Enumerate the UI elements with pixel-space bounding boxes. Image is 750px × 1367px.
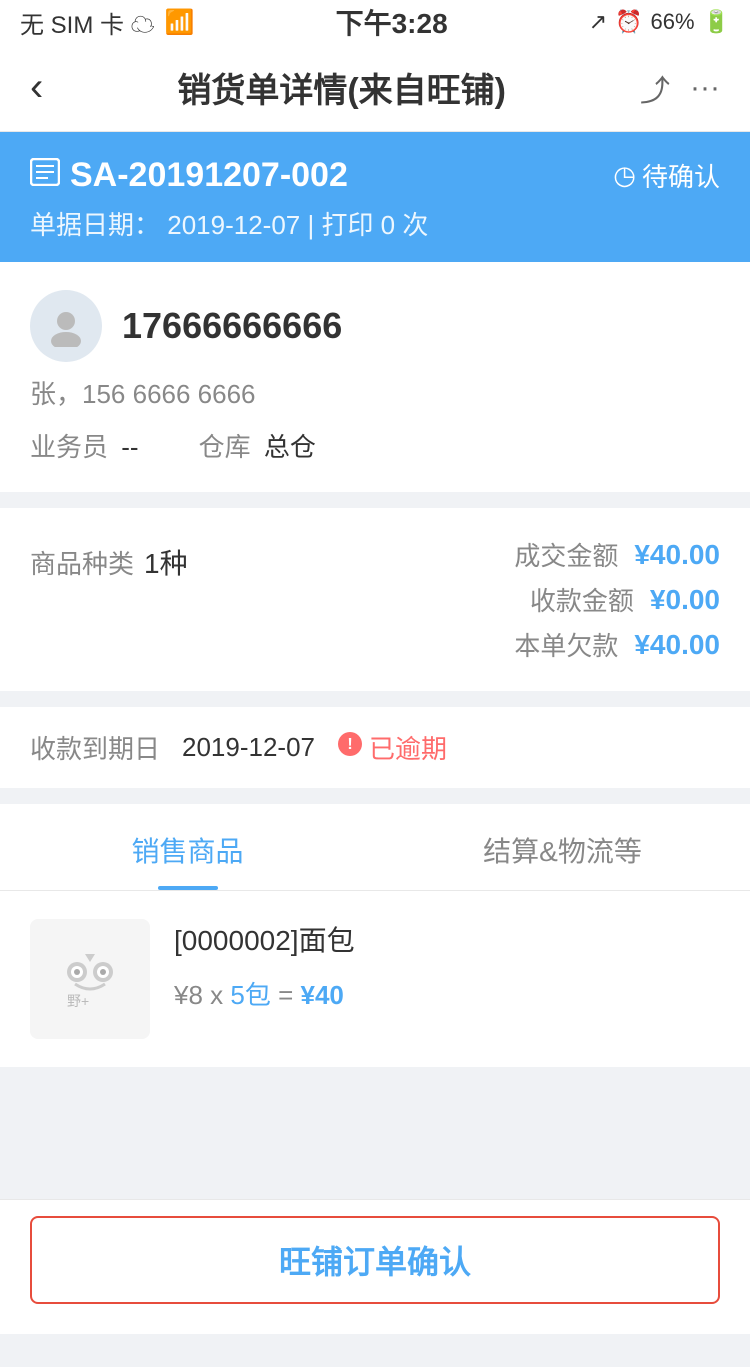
battery-text: 66% — [651, 9, 695, 35]
order-status-badge: ◷ 待确认 — [613, 157, 720, 194]
tab-products[interactable]: 销售商品 — [0, 804, 375, 890]
product-total: ¥40 — [300, 980, 343, 1010]
order-id-icon — [30, 156, 60, 195]
status-left: 无 SIM 卡 ☁ 📶 — [20, 5, 195, 40]
salesperson-label: 业务员 — [30, 432, 108, 462]
salesperson-field: 业务员 -- — [30, 427, 139, 464]
product-section: 野+ [0000002]面包 ¥8 x 5包 = ¥40 — [0, 891, 750, 1067]
order-id: SA-20191207-002 — [30, 156, 348, 195]
nav-bar: ‹ 销货单详情(来自旺铺) ⤴ ··· — [0, 44, 750, 132]
customer-phone: 17666666666 — [122, 305, 342, 347]
due-date-value: 2019-12-07 — [182, 732, 315, 763]
alarm-icon: ⏰ — [615, 9, 642, 35]
date-label: 单据日期： — [30, 210, 160, 240]
salesperson-value: -- — [121, 432, 138, 462]
deal-amount-row: 成交金额 ¥40.00 — [514, 536, 720, 573]
received-amount-row: 收款金额 ¥0.00 — [530, 581, 720, 618]
owed-amount-row: 本单欠款 ¥40.00 — [514, 626, 720, 663]
order-id-text: SA-20191207-002 — [70, 156, 348, 195]
product-price: ¥8 x 5包 = ¥40 — [174, 975, 720, 1012]
product-type-field: 商品种类 1种 — [30, 536, 188, 582]
svg-text:!: ! — [347, 736, 352, 753]
no-sim-text: 无 SIM 卡 ☁ — [20, 5, 155, 40]
battery-icon: 🔋 — [703, 9, 730, 35]
order-date: 单据日期： 2019-12-07 | 打印 0 次 — [30, 205, 720, 242]
wifi-icon: 📶 — [165, 8, 195, 37]
product-thumbnail: 野+ — [30, 919, 150, 1039]
product-type-label: 商品种类 — [30, 544, 134, 581]
tab-settlement[interactable]: 结算&物流等 — [375, 804, 750, 890]
confirm-order-button[interactable]: 旺铺订单确认 — [30, 1216, 720, 1304]
product-name: [0000002]面包 — [174, 919, 720, 959]
print-info: | 打印 0 次 — [307, 210, 428, 240]
signal-icon: ↗ — [589, 9, 607, 35]
owed-value: ¥40.00 — [634, 629, 720, 661]
warehouse-field: 仓库 总仓 — [199, 427, 316, 464]
amount-section: 商品种类 1种 成交金额 ¥40.00 收款金额 ¥0.00 本单欠款 ¥40.… — [0, 508, 750, 691]
received-value: ¥0.00 — [650, 584, 720, 616]
more-icon[interactable]: ··· — [690, 71, 720, 105]
share-icon[interactable]: ⤴ — [640, 66, 670, 110]
product-info: [0000002]面包 ¥8 x 5包 = ¥40 — [174, 919, 720, 1012]
owed-label: 本单欠款 — [514, 626, 618, 663]
bottom-bar: 旺铺订单确认 — [0, 1199, 750, 1334]
due-label: 收款到期日 — [30, 729, 160, 766]
nav-right: ⤴ ··· — [640, 66, 720, 110]
header-card: SA-20191207-002 ◷ 待确认 单据日期： 2019-12-07 |… — [0, 132, 750, 262]
customer-name: 张，156 6666 6666 — [30, 374, 720, 411]
back-button[interactable]: ‹ — [30, 65, 43, 110]
product-qty: 5包 — [230, 980, 270, 1010]
received-label: 收款金额 — [530, 581, 634, 618]
overdue-text: 已逾期 — [369, 729, 447, 766]
page-title: 销货单详情(来自旺铺) — [177, 63, 506, 112]
warehouse-label: 仓库 — [199, 432, 251, 462]
deal-amount-value: ¥40.00 — [634, 539, 720, 571]
warehouse-value: 总仓 — [264, 432, 316, 462]
svg-text:野+: 野+ — [67, 993, 89, 1009]
clock-icon: ◷ — [613, 160, 636, 191]
status-right: ↗ ⏰ 66% 🔋 — [589, 9, 730, 35]
overdue-icon: ! — [337, 731, 363, 764]
amount-right: 成交金额 ¥40.00 收款金额 ¥0.00 本单欠款 ¥40.00 — [514, 536, 720, 663]
due-date-section: 收款到期日 2019-12-07 ! 已逾期 — [0, 707, 750, 788]
status-time: 下午3:28 — [336, 2, 448, 42]
deal-amount-label: 成交金额 — [514, 536, 618, 573]
overdue-badge: ! 已逾期 — [337, 729, 447, 766]
date-value: 2019-12-07 — [167, 210, 300, 240]
tabs-row: 销售商品 结算&物流等 — [0, 804, 750, 891]
nav-left: ‹ — [30, 65, 43, 110]
status-bar: 无 SIM 卡 ☁ 📶 下午3:28 ↗ ⏰ 66% 🔋 — [0, 0, 750, 44]
price-text: ¥8 x — [174, 980, 230, 1010]
tabs-section: 销售商品 结算&物流等 — [0, 804, 750, 891]
customer-meta: 业务员 -- 仓库 总仓 — [30, 427, 720, 464]
product-type-value: 1种 — [144, 542, 188, 582]
equals-text: = — [271, 980, 301, 1010]
avatar — [30, 290, 102, 362]
status-text: 待确认 — [642, 157, 720, 194]
customer-section: 17666666666 张，156 6666 6666 业务员 -- 仓库 总仓 — [0, 262, 750, 492]
